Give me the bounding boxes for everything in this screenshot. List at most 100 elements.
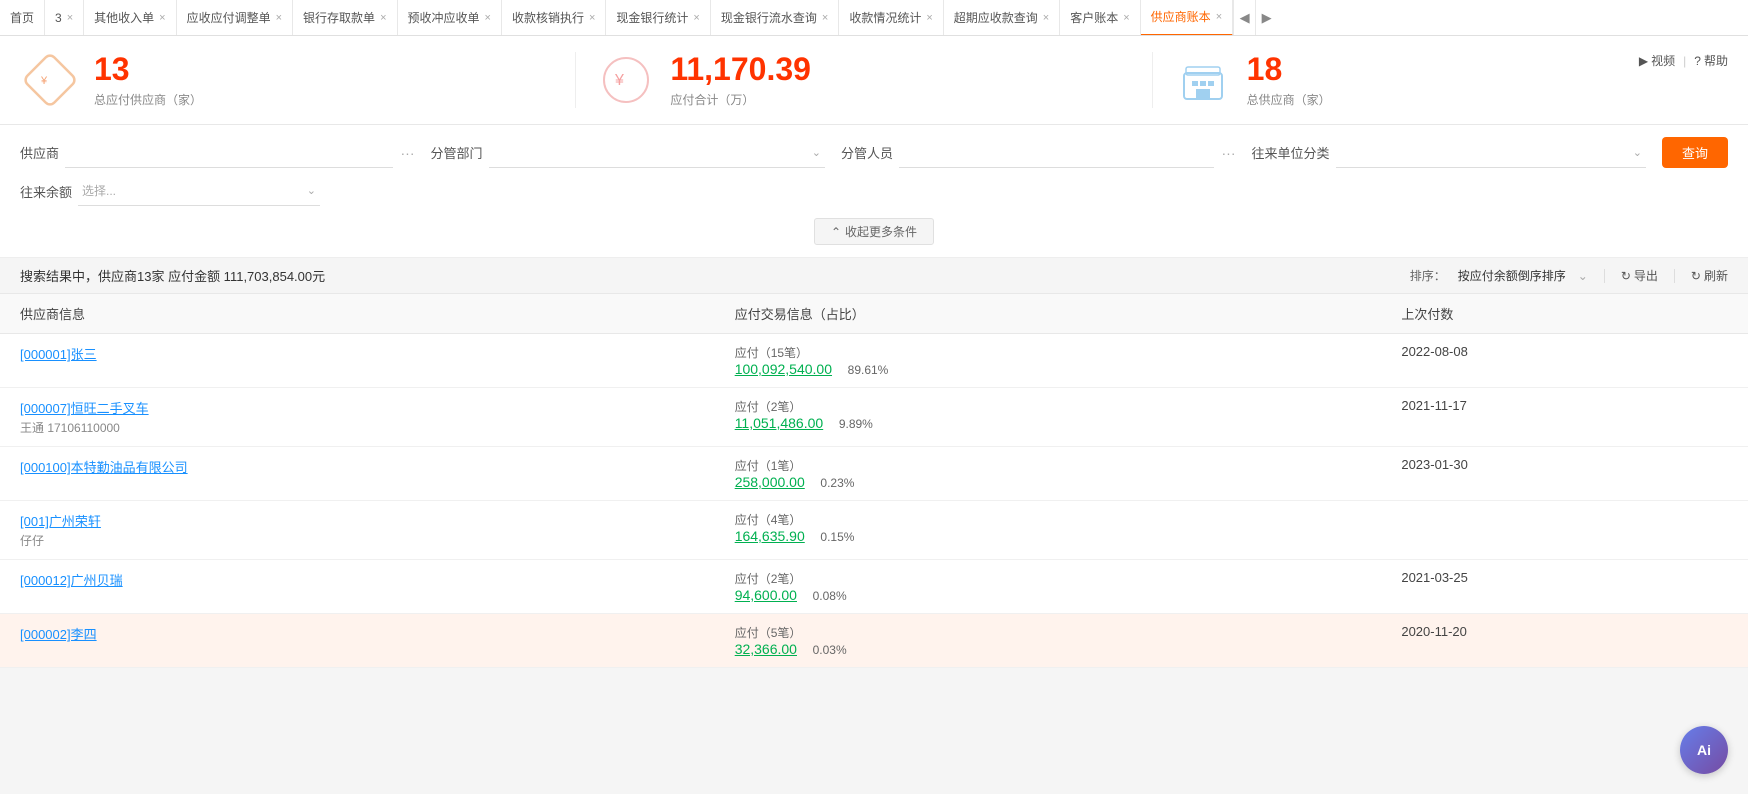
refresh-icon: ↻ [1691,269,1701,283]
supplier-link-1[interactable]: [000007]恒旺二手叉车 [20,401,149,416]
ai-badge[interactable]: Ai [1680,726,1728,774]
payable-label-0: 应付（15笔） [735,344,1362,361]
nav-tab-customer-ledger[interactable]: 客户账本 × [1060,0,1140,36]
last-pay-date-1: 2021-11-17 [1401,398,1467,413]
filter-supplier-input[interactable] [65,138,392,168]
result-bar: 搜索结果中，供应商13家 应付金额 111,703,854.00元 排序： 按应… [0,258,1748,294]
video-link[interactable]: ▶ 视频 [1639,52,1675,69]
nav-tab-cash-flow[interactable]: 现金银行流水查询 × [711,0,839,36]
stat-block-suppliers-payable-text: 13 总应付供应商（家） [94,52,202,108]
nav-tab-collection-stats-close[interactable]: × [926,12,932,24]
payable-amount-1[interactable]: 11,051,486.00 [735,415,824,431]
payable-label-4: 应付（2笔） [735,570,1362,587]
nav-tab-3-label: 3 [55,11,62,25]
payable-label-3: 应付（4笔） [735,511,1362,528]
nav-tab-overdue-query[interactable]: 超期应收款查询 × [944,0,1060,36]
divider-1 [1604,269,1605,283]
nav-tab-other-income[interactable]: 其他收入单 × [84,0,176,36]
nav-tab-other-income-close[interactable]: × [159,12,165,24]
nav-tab-bank-deposit[interactable]: 银行存取款单 × [293,0,397,36]
payable-pct-5: 0.03% [813,643,847,657]
nav-tab-supplier-ledger-close[interactable]: × [1216,11,1222,23]
nav-tab-adjustment-label: 应收应付调整单 [187,9,271,26]
nav-tab-customer-ledger-close[interactable]: × [1123,12,1129,24]
last-pay-date-5: 2020-11-20 [1401,624,1467,639]
stat-label-total-suppliers: 总供应商（家） [1247,91,1331,108]
svg-text:¥: ¥ [614,72,624,89]
nav-prev-arrow[interactable]: ◀ [1233,0,1255,36]
supplier-link-4[interactable]: [000012]广州贝瑞 [20,573,123,588]
filter-category-select[interactable]: ⌄ [1336,138,1646,168]
nav-tab-cash-bank-stats-close[interactable]: × [693,12,699,24]
payable-amount-4[interactable]: 94,600.00 [735,587,797,603]
nav-tab-overdue-query-close[interactable]: × [1043,12,1049,24]
filter-person-input[interactable] [899,138,1213,168]
help-icon: ? [1694,54,1701,68]
supplier-link-2[interactable]: [000100]本特勤油品有限公司 [20,460,188,475]
svg-text:¥: ¥ [40,75,48,87]
filter-dept: 分管部门 ⌄ [431,138,826,168]
table-row: [000002]李四 应付（5笔） 32,366.00 0.03% 2020-1… [0,614,1748,668]
help-link[interactable]: ? 帮助 [1694,52,1728,69]
nav-tab-collection-stats[interactable]: 收款情况统计 × [839,0,943,36]
last-pay-cell-3 [1381,501,1748,560]
sort-chevron-icon: ⌄ [1578,269,1588,283]
nav-tab-home[interactable]: 首页 [0,0,45,36]
payable-label-1: 应付（2笔） [735,398,1362,415]
stat-value-total-suppliers: 18 [1247,52,1331,87]
filter-dept-select[interactable]: ⌄ [489,138,825,168]
filter-balance-select[interactable]: 选择... ⌄ [78,176,320,206]
stat-block-payable-total: ¥ 11,170.39 应付合计（万） [575,52,1151,108]
supplier-cell-3: [001]广州荣轩 仔仔 [0,501,715,560]
table-scroll-wrap[interactable]: 供应商信息 应付交易信息（占比） 上次付数 [000001]张三 应付（15笔） [0,294,1748,668]
nav-next-arrow[interactable]: ▶ [1255,0,1277,36]
nav-tab-cash-bank-stats[interactable]: 现金银行统计 × [606,0,710,36]
filter-balance: 往来余额 选择... ⌄ [20,176,320,206]
nav-tab-collection-stats-label: 收款情况统计 [849,9,921,26]
nav-tab-3-close[interactable]: × [67,12,73,24]
filter-balance-placeholder: 选择... [82,182,116,199]
payable-amount-5[interactable]: 32,366.00 [735,641,797,657]
payable-amount-3[interactable]: 164,635.90 [735,528,805,544]
payable-cell-0: 应付（15笔） 100,092,540.00 89.61% [715,334,1382,388]
stat-label-suppliers-payable: 总应付供应商（家） [94,91,202,108]
supplier-link-0[interactable]: [000001]张三 [20,347,97,362]
header-links: ▶ 视频 | ? 帮助 [1639,52,1728,69]
nav-tab-cash-flow-close[interactable]: × [822,12,828,24]
divider-2 [1674,269,1675,283]
filter-supplier-label: 供应商 [20,143,59,162]
collapse-more-btn[interactable]: ⌃ 收起更多条件 [814,218,934,245]
nav-tab-payment-exec[interactable]: 收款核销执行 × [502,0,606,36]
refresh-btn[interactable]: ↻ 刷新 [1691,267,1728,284]
stat-value-suppliers-payable: 13 [94,52,202,87]
supplier-more-btn[interactable]: ··· [401,145,415,161]
nav-tab-adjustment[interactable]: 应收应付调整单 × [177,0,293,36]
search-button[interactable]: 查询 [1662,137,1728,168]
nav-tab-cash-bank-stats-label: 现金银行统计 [616,9,688,26]
payable-amount-2[interactable]: 258,000.00 [735,474,805,490]
supplier-link-3[interactable]: [001]广州荣轩 [20,514,101,529]
last-pay-cell-2: 2023-01-30 [1381,447,1748,501]
nav-tab-prepay[interactable]: 预收冲应收单 × [398,0,502,36]
filter-area: 供应商 ··· 分管部门 ⌄ 分管人员 ··· 往来单位分类 ⌄ 查询 [0,125,1748,258]
payable-cell-4: 应付（2笔） 94,600.00 0.08% [715,560,1382,614]
nav-tab-adjustment-close[interactable]: × [276,12,282,24]
nav-tab-prepay-label: 预收冲应收单 [408,9,480,26]
export-btn[interactable]: ↻ 导出 [1621,267,1658,284]
payable-cell-2: 应付（1笔） 258,000.00 0.23% [715,447,1382,501]
person-more-btn[interactable]: ··· [1222,145,1236,161]
nav-tab-home-label: 首页 [10,9,34,26]
nav-tab-prepay-close[interactable]: × [485,12,491,24]
payable-amount-0[interactable]: 100,092,540.00 [735,361,832,377]
nav-tab-supplier-ledger[interactable]: 供应商账本 × [1141,0,1233,36]
nav-tab-3[interactable]: 3 × [45,0,84,36]
sort-value[interactable]: 按应付余额倒序排序 [1458,267,1566,284]
nav-tab-payment-exec-close[interactable]: × [589,12,595,24]
nav-tab-bank-deposit-close[interactable]: × [380,12,386,24]
stat-block-suppliers-payable: ¥ 13 总应付供应商（家） [20,52,575,108]
supplier-link-5[interactable]: [000002]李四 [20,627,97,642]
payable-label-5: 应付（5笔） [735,624,1362,641]
data-table: 供应商信息 应付交易信息（占比） 上次付数 [000001]张三 应付（15笔） [0,294,1748,668]
payable-cell-5: 应付（5笔） 32,366.00 0.03% [715,614,1382,668]
payable-total-icon: ¥ [596,53,656,108]
